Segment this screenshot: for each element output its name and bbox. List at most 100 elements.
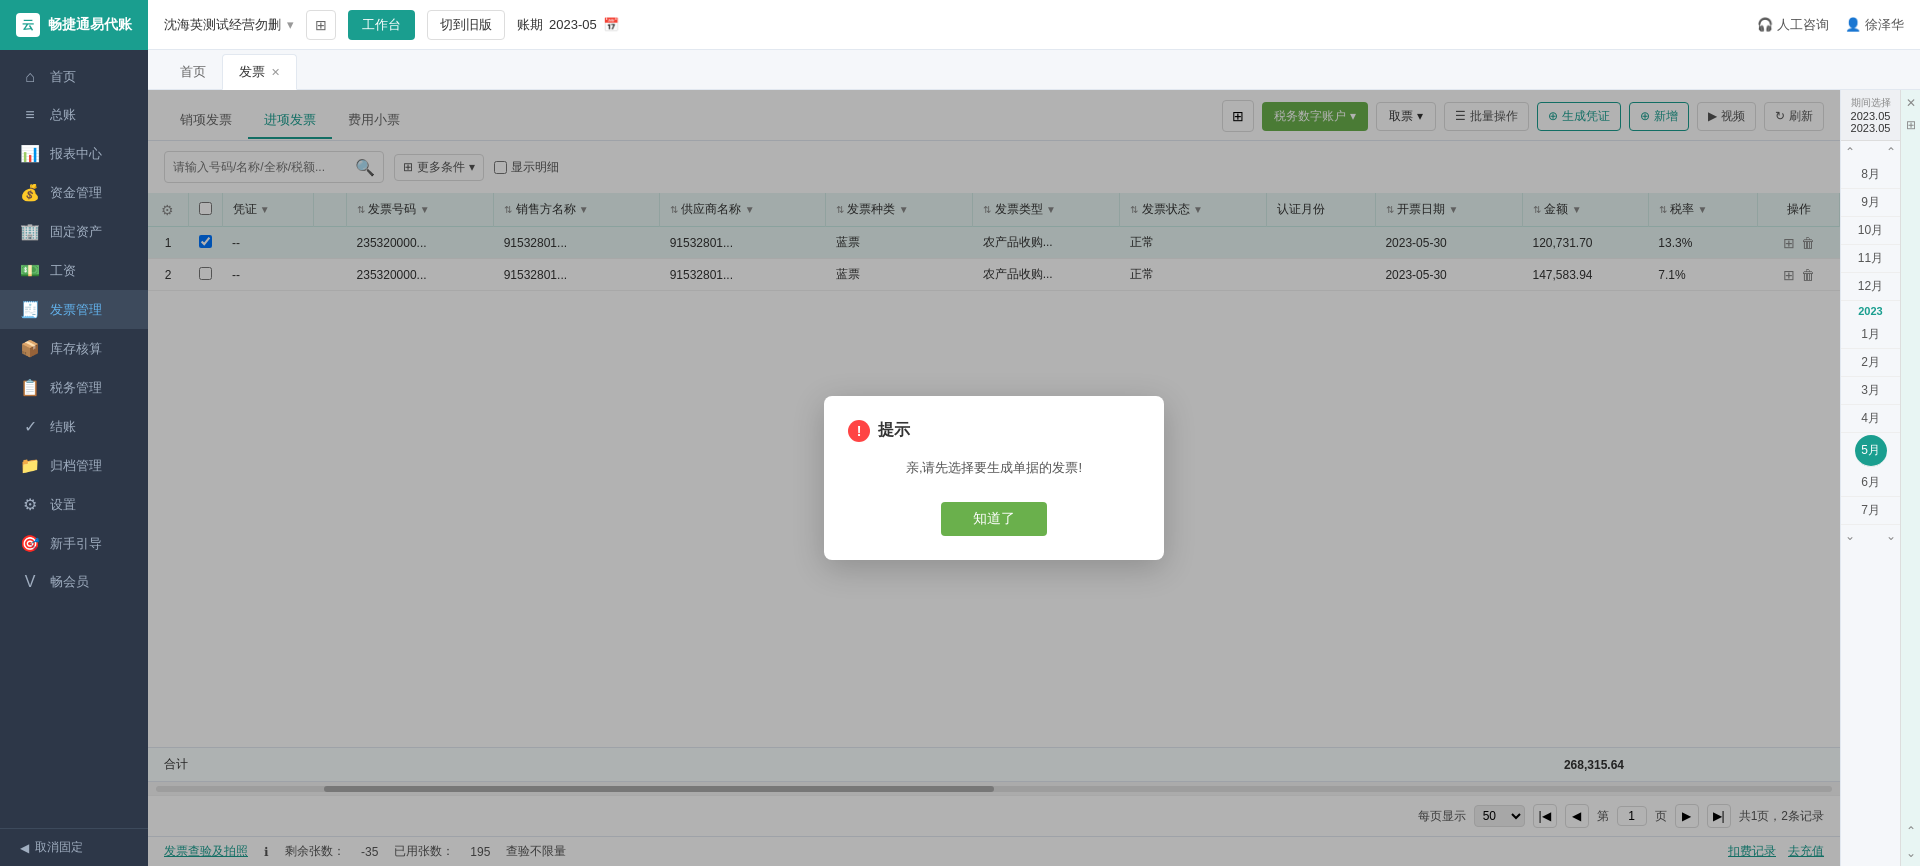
collapse-down-icon[interactable]: ⌄ (1902, 844, 1920, 862)
sidebar-item-label: 发票管理 (50, 301, 102, 319)
guide-icon: 🎯 (20, 534, 40, 553)
period-month-8[interactable]: 8月 (1841, 161, 1900, 189)
sidebar-item-label: 总账 (50, 106, 76, 124)
sidebar-nav: ⌂ 首页 ≡ 总账 📊 报表中心 💰 资金管理 🏢 固定资产 💵 工资 🧾 发票… (0, 50, 148, 828)
invoice-panel: 销项发票 进项发票 费用小票 ⊞ 税务数字账户 ▾ 取票 ▾ (148, 90, 1840, 866)
modal-footer: 知道了 (848, 502, 1140, 536)
next-year-icon2[interactable]: ⌄ (1886, 529, 1896, 543)
period-month-7[interactable]: 7月 (1841, 497, 1900, 525)
collapse-up-icon[interactable]: ⌃ (1902, 822, 1920, 840)
home-icon: ⌂ (20, 68, 40, 86)
period-month-3[interactable]: 3月 (1841, 377, 1900, 405)
tab-bar: 首页 发票 ✕ (148, 50, 1920, 90)
modal-overlay: ! 提示 亲,请先选择要生成单据的发票! 知道了 (148, 90, 1840, 866)
company-dropdown-icon: ▾ (287, 17, 294, 32)
settings-icon: ⚙ (20, 495, 40, 514)
prev-year-icon[interactable]: ⌃ (1845, 145, 1855, 159)
reports-icon: 📊 (20, 144, 40, 163)
modal-warning-icon: ! (848, 420, 870, 442)
tab-home[interactable]: 首页 (164, 55, 222, 89)
period-info: 账期 2023-05 📅 (517, 16, 619, 34)
salary-icon: 💵 (20, 261, 40, 280)
tab-invoice-label: 发票 (239, 63, 265, 81)
modal-message: 亲,请先选择要生成单据的发票! (848, 458, 1140, 479)
sidebar-item-home[interactable]: ⌂ 首页 (0, 58, 148, 96)
modal-title: ! 提示 (848, 420, 1140, 442)
period-month-12[interactable]: 12月 (1841, 273, 1900, 301)
period-month-9[interactable]: 9月 (1841, 189, 1900, 217)
next-year-icon[interactable]: ⌄ (1845, 529, 1855, 543)
logo-icon: 云 (16, 13, 40, 37)
sidebar-item-label: 设置 (50, 496, 76, 514)
sidebar-item-tax[interactable]: 📋 税务管理 (0, 368, 148, 407)
sidebar-item-label: 新手引导 (50, 535, 102, 553)
workbench-button[interactable]: 工作台 (348, 10, 415, 40)
calendar-icon: 📅 (603, 17, 619, 32)
sidebar-item-label: 税务管理 (50, 379, 102, 397)
period-month-4[interactable]: 4月 (1841, 405, 1900, 433)
period-month-6[interactable]: 6月 (1841, 469, 1900, 497)
modal-dialog: ! 提示 亲,请先选择要生成单据的发票! 知道了 (824, 396, 1164, 561)
prev-year-icon2[interactable]: ⌃ (1886, 145, 1896, 159)
period-month-2[interactable]: 2月 (1841, 349, 1900, 377)
company-name: 沈海英测试经营勿删 (164, 16, 281, 34)
sidebar-item-reports[interactable]: 📊 报表中心 (0, 134, 148, 173)
switch-version-button[interactable]: 切到旧版 (427, 10, 505, 40)
assets-icon: 🏢 (20, 222, 40, 241)
sidebar-item-inventory[interactable]: 📦 库存核算 (0, 329, 148, 368)
sidebar-item-settings[interactable]: ⚙ 设置 (0, 485, 148, 524)
far-right-panel: ✕ ⊞ ⌃ ⌄ (1900, 90, 1920, 866)
sidebar-item-label: 归档管理 (50, 457, 102, 475)
sidebar-item-label: 固定资产 (50, 223, 102, 241)
period-month-11[interactable]: 11月 (1841, 245, 1900, 273)
period-panel: 期间选择 2023.05 2023.05 ⌃ ⌃ 8月 9月 10月 11月 1… (1840, 90, 1900, 866)
tab-close-icon[interactable]: ✕ (271, 66, 280, 79)
archive-icon: 📁 (20, 456, 40, 475)
user-icon: 👤 (1845, 17, 1861, 32)
sidebar-item-settlement[interactable]: ✓ 结账 (0, 407, 148, 446)
period-month-1[interactable]: 1月 (1841, 321, 1900, 349)
period-month-5[interactable]: 5月 (1855, 435, 1887, 467)
settlement-icon: ✓ (20, 417, 40, 436)
sidebar-footer[interactable]: ◀ 取消固定 (0, 828, 148, 866)
sidebar-item-ledger[interactable]: ≡ 总账 (0, 96, 148, 134)
period-month-10[interactable]: 10月 (1841, 217, 1900, 245)
tab-invoice[interactable]: 发票 ✕ (222, 54, 297, 90)
tab-home-label: 首页 (180, 63, 206, 81)
sidebar-item-label: 首页 (50, 68, 76, 86)
sidebar: 云 畅捷通易代账 ⌂ 首页 ≡ 总账 📊 报表中心 💰 资金管理 🏢 固定资产 … (0, 0, 148, 866)
sidebar-item-label: 库存核算 (50, 340, 102, 358)
funds-icon: 💰 (20, 183, 40, 202)
sidebar-item-invoice[interactable]: 🧾 发票管理 (0, 290, 148, 329)
period-label: 账期 (517, 16, 543, 34)
sidebar-item-guide[interactable]: 🎯 新手引导 (0, 524, 148, 563)
header-right: 🎧 人工咨询 👤 徐泽华 (1757, 16, 1904, 34)
modal-confirm-button[interactable]: 知道了 (941, 502, 1047, 536)
sidebar-item-assets[interactable]: 🏢 固定资产 (0, 212, 148, 251)
support-btn[interactable]: 🎧 人工咨询 (1757, 16, 1829, 34)
inventory-icon: 📦 (20, 339, 40, 358)
sidebar-item-funds[interactable]: 💰 资金管理 (0, 173, 148, 212)
sidebar-item-archive[interactable]: 📁 归档管理 (0, 446, 148, 485)
logo-text: 畅捷通易代账 (48, 16, 132, 34)
sidebar-logo: 云 畅捷通易代账 (0, 0, 148, 50)
content-area: 销项发票 进项发票 费用小票 ⊞ 税务数字账户 ▾ 取票 ▾ (148, 90, 1920, 866)
close-right-panel-icon[interactable]: ✕ (1902, 94, 1920, 112)
period-panel-title: 期间选择 2023.05 2023.05 (1841, 90, 1900, 141)
sidebar-item-label: 资金管理 (50, 184, 102, 202)
sidebar-item-label: 工资 (50, 262, 76, 280)
sidebar-item-label: 结账 (50, 418, 76, 436)
member-icon: V (20, 573, 40, 591)
user-profile[interactable]: 👤 徐泽华 (1845, 16, 1904, 34)
footer-label: 取消固定 (35, 839, 83, 856)
company-selector[interactable]: 沈海英测试经营勿删 ▾ (164, 16, 294, 34)
invoice-icon: 🧾 (20, 300, 40, 319)
company-settings-icon[interactable]: ⊞ (306, 10, 336, 40)
sidebar-item-label: 报表中心 (50, 145, 102, 163)
sidebar-item-salary[interactable]: 💵 工资 (0, 251, 148, 290)
support-icon: 🎧 (1757, 17, 1773, 32)
sidebar-item-member[interactable]: V 畅会员 (0, 563, 148, 601)
expand-icon[interactable]: ⊞ (1902, 116, 1920, 134)
support-label: 人工咨询 (1777, 16, 1829, 34)
sidebar-item-label: 畅会员 (50, 573, 89, 591)
